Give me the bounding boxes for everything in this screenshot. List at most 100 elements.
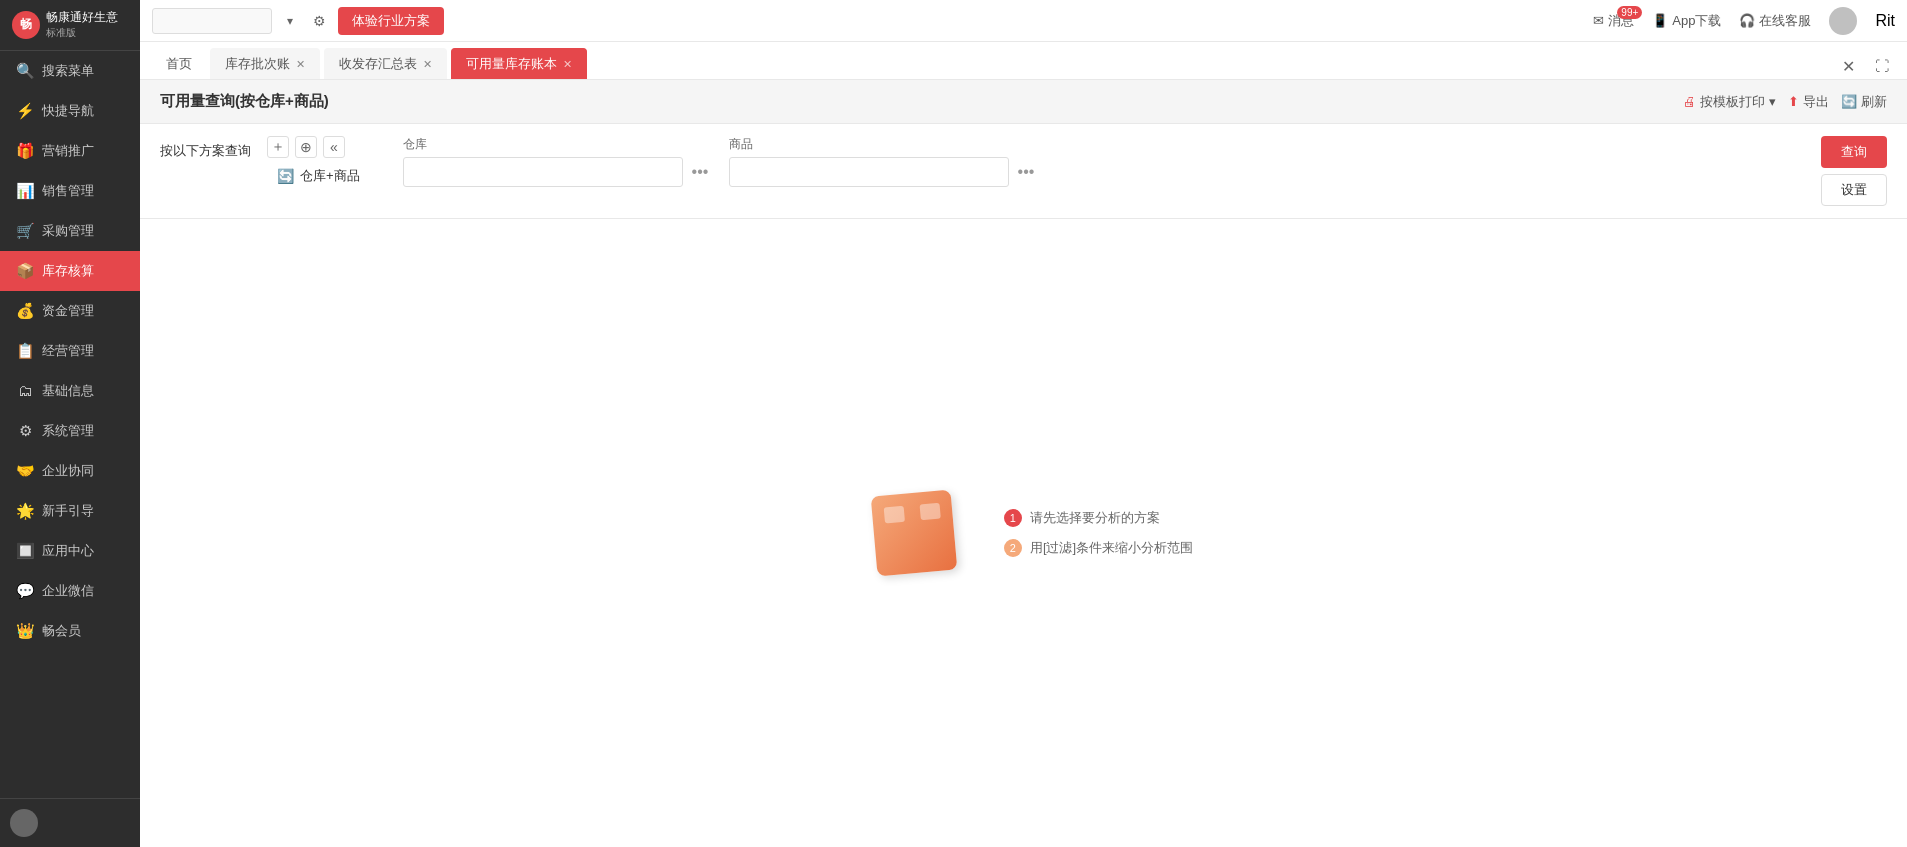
print-dropdown-icon[interactable]: ▾ (1769, 94, 1776, 109)
sidebar-item-label-search: 搜索菜单 (42, 62, 94, 80)
warehouse-label: 仓库 (403, 136, 713, 153)
sidebar-item-icon-basic: 🗂 (16, 382, 34, 399)
sidebar-item-inventory[interactable]: 📦 库存核算 (0, 251, 140, 291)
sidebar-item-icon-apps: 🔲 (16, 542, 34, 560)
sidebar-item-label-vip: 畅会员 (42, 622, 81, 640)
sidebar-item-quicknav[interactable]: ⚡ 快捷导航 (0, 91, 140, 131)
sidebar-item-basic[interactable]: 🗂 基础信息 (0, 371, 140, 411)
tab-available-qty[interactable]: 可用量库存账本 ✕ (451, 48, 587, 79)
sidebar-item-label-finance: 资金管理 (42, 302, 94, 320)
goods-field: 商品 ••• (729, 136, 1039, 187)
app-download-btn[interactable]: 📱 App下载 (1652, 12, 1721, 30)
tip-item-1: 1 请先选择要分析的方案 (1004, 509, 1193, 527)
goods-input[interactable] (729, 157, 1009, 187)
scheme-add-btn[interactable]: ＋ (267, 136, 289, 158)
filter-fields: 仓库 ••• 商品 ••• (403, 136, 1805, 187)
filter-scheme-list: ＋ ⊕ « 🔄 仓库+商品 (267, 136, 387, 190)
online-service-btn[interactable]: 🎧 在线客服 (1739, 12, 1811, 30)
scheme-item-warehouse-goods[interactable]: 🔄 仓库+商品 (267, 162, 387, 190)
sidebar-item-label-newbie: 新手引导 (42, 502, 94, 520)
warehouse-more-btn[interactable]: ••• (687, 159, 713, 185)
topbar: ▾ ⚙ 体验行业方案 ✉ 消息 99+ 📱 App下载 🎧 在线客服 Rit (140, 0, 1907, 42)
page-title: 可用量查询(按仓库+商品) (160, 92, 329, 111)
print-icon: 🖨 (1683, 94, 1696, 109)
sidebar-item-operations[interactable]: 📋 经营管理 (0, 331, 140, 371)
sidebar-logo: 畅 (12, 11, 40, 39)
sidebar-item-label-purchase: 采购管理 (42, 222, 94, 240)
sidebar-item-label-sales: 销售管理 (42, 182, 94, 200)
sidebar-item-icon-vip: 👑 (16, 622, 34, 640)
sidebar-item-label-wechat: 企业微信 (42, 582, 94, 600)
sidebar-item-marketing[interactable]: 🎁 营销推广 (0, 131, 140, 171)
print-btn[interactable]: 🖨 按模板打印 ▾ (1683, 93, 1776, 111)
sidebar-item-icon-sales: 📊 (16, 182, 34, 200)
industry-btn[interactable]: 体验行业方案 (338, 7, 444, 35)
warehouse-input[interactable] (403, 157, 683, 187)
phone-icon: 📱 (1652, 13, 1668, 28)
query-btn[interactable]: 查询 (1821, 136, 1887, 168)
tab-batch-account[interactable]: 库存批次账 ✕ (210, 48, 320, 79)
robot-illustration (854, 473, 974, 593)
tab-close-icon[interactable]: ✕ (296, 58, 305, 71)
headset-icon: 🎧 (1739, 13, 1755, 28)
topbar-right: ✉ 消息 99+ 📱 App下载 🎧 在线客服 Rit (1593, 7, 1895, 35)
sidebar-item-icon-enterprise: 🤝 (16, 462, 34, 480)
sidebar-item-search[interactable]: 🔍 搜索菜单 (0, 51, 140, 91)
sidebar-item-icon-finance: 💰 (16, 302, 34, 320)
export-btn[interactable]: ⬆ 导出 (1788, 93, 1829, 111)
refresh-btn[interactable]: 🔄 刷新 (1841, 93, 1887, 111)
sidebar-footer (0, 798, 140, 847)
refresh-icon: 🔄 (1841, 94, 1857, 109)
gear-icon[interactable]: ⚙ (308, 10, 330, 32)
sidebar-item-icon-wechat: 💬 (16, 582, 34, 600)
sidebar-nav: 🔍 搜索菜单 ⚡ 快捷导航 🎁 营销推广 📊 销售管理 🛒 采购管理 📦 库存核… (0, 51, 140, 798)
goods-more-btn[interactable]: ••• (1013, 159, 1039, 185)
page-header-actions: 🖨 按模板打印 ▾ ⬆ 导出 🔄 刷新 (1683, 93, 1887, 111)
scheme-settings-btn[interactable]: ⊕ (295, 136, 317, 158)
tip-number-2: 2 (1004, 539, 1022, 557)
sidebar-item-label-basic: 基础信息 (42, 382, 94, 400)
tip-item-2: 2 用[过滤]条件来缩小分析范围 (1004, 539, 1193, 557)
sidebar-item-icon-purchase: 🛒 (16, 222, 34, 240)
tab-label: 收发存汇总表 (339, 55, 417, 73)
filter-label: 按以下方案查询 (160, 136, 251, 160)
sidebar-item-apps[interactable]: 🔲 应用中心 (0, 531, 140, 571)
tab-close-icon[interactable]: ✕ (423, 58, 432, 71)
sidebar-app-subtitle: 标准版 (46, 26, 118, 40)
message-icon: ✉ (1593, 13, 1604, 28)
sidebar-item-label-quicknav: 快捷导航 (42, 102, 94, 120)
sidebar-item-purchase[interactable]: 🛒 采购管理 (0, 211, 140, 251)
tab-home[interactable]: 首页 (152, 49, 206, 79)
empty-state: 1 请先选择要分析的方案 2 用[过滤]条件来缩小分析范围 (140, 219, 1907, 847)
tip-number-1: 1 (1004, 509, 1022, 527)
sidebar-item-label-system: 系统管理 (42, 422, 94, 440)
scheme-collapse-btn[interactable]: « (323, 136, 345, 158)
sidebar-item-wechat[interactable]: 💬 企业微信 (0, 571, 140, 611)
sidebar-item-icon-system: ⚙ (16, 422, 34, 440)
sidebar-item-sales[interactable]: 📊 销售管理 (0, 171, 140, 211)
sidebar-item-icon-operations: 📋 (16, 342, 34, 360)
tabbar-close-btn[interactable]: ✕ (1835, 53, 1861, 79)
tip-text-1: 请先选择要分析的方案 (1030, 509, 1160, 527)
avatar[interactable] (10, 809, 38, 837)
tab-close-icon[interactable]: ✕ (563, 58, 572, 71)
filter-actions: 查询 设置 (1821, 136, 1887, 206)
tabbar-expand-btn[interactable]: ⛶ (1869, 53, 1895, 79)
dropdown-icon[interactable]: ▾ (280, 11, 300, 31)
sidebar-item-icon-newbie: 🌟 (16, 502, 34, 520)
tab-collect-summary[interactable]: 收发存汇总表 ✕ (324, 48, 447, 79)
sidebar-item-label-enterprise: 企业协同 (42, 462, 94, 480)
sidebar-item-vip[interactable]: 👑 畅会员 (0, 611, 140, 651)
message-btn[interactable]: ✉ 消息 99+ (1593, 12, 1634, 30)
export-icon: ⬆ (1788, 94, 1799, 109)
sidebar-item-newbie[interactable]: 🌟 新手引导 (0, 491, 140, 531)
sidebar-item-finance[interactable]: 💰 资金管理 (0, 291, 140, 331)
tabbar: 首页 库存批次账 ✕ 收发存汇总表 ✕ 可用量库存账本 ✕ ✕ ⛶ (140, 42, 1907, 80)
sidebar-item-enterprise[interactable]: 🤝 企业协同 (0, 451, 140, 491)
filter-settings-btn-right[interactable]: 设置 (1821, 174, 1887, 206)
page-header: 可用量查询(按仓库+商品) 🖨 按模板打印 ▾ ⬆ 导出 🔄 刷新 (140, 80, 1907, 124)
main-area: ▾ ⚙ 体验行业方案 ✉ 消息 99+ 📱 App下载 🎧 在线客服 Rit 首… (140, 0, 1907, 847)
sidebar-item-system[interactable]: ⚙ 系统管理 (0, 411, 140, 451)
user-avatar[interactable] (1829, 7, 1857, 35)
search-input[interactable] (152, 8, 272, 34)
